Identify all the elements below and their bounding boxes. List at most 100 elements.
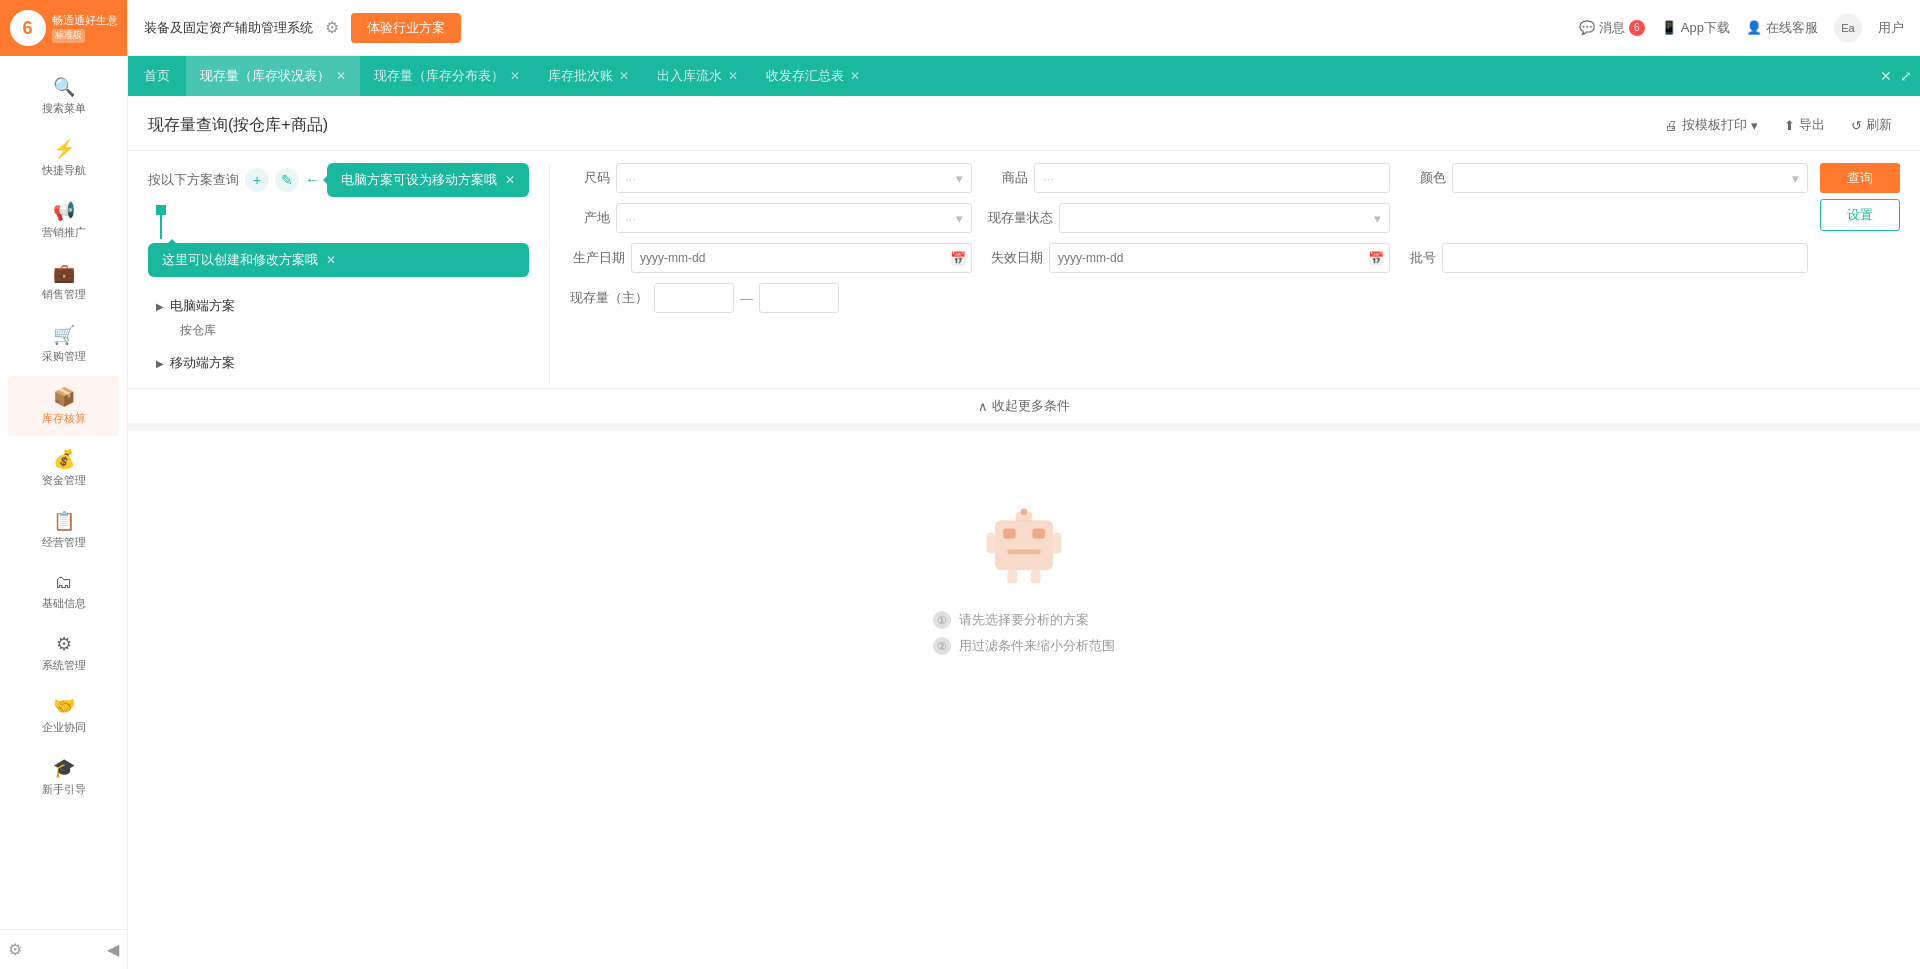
app-download-label: App下载 [1681,19,1730,37]
export-btn[interactable]: ⬆ 导出 [1776,112,1833,138]
print-dropdown-icon: ▾ [1751,118,1758,133]
sidebar-item-inventory[interactable]: 📦 库存核算 [8,376,119,436]
tab-close-inventory-dist[interactable]: ✕ [510,69,520,83]
query-button[interactable]: 查询 [1820,163,1900,193]
desktop-scheme-sub: 按仓库 [148,319,529,342]
sidebar-item-operation[interactable]: 📋 经营管理 [8,500,119,560]
stock-input-from[interactable] [654,283,734,313]
sidebar-item-system[interactable]: ⚙ 系统管理 [8,623,119,683]
sidebar-item-finance[interactable]: 💰 资金管理 [8,438,119,498]
sidebar-item-purchase[interactable]: 🛒 采购管理 [8,314,119,374]
sidebar-settings-icon[interactable]: ⚙ [8,940,22,959]
add-scheme-btn[interactable]: + [245,168,269,192]
sidebar-item-sales[interactable]: 💼 销售管理 [8,252,119,312]
phone-icon: 📱 [1661,20,1677,35]
logo-icon: 6 [10,10,46,46]
color-select[interactable]: ▾ [1452,163,1808,193]
collapse-row[interactable]: ∧ 收起更多条件 [128,388,1920,423]
user-avatar[interactable]: Ea [1834,14,1862,42]
tab-close-collect-summary[interactable]: ✕ [850,69,860,83]
connector-dot [156,205,166,215]
scheme-tooltip-close[interactable]: ✕ [505,173,515,187]
color-field: 颜色 ▾ [1406,163,1808,193]
stock-input-to[interactable] [759,283,839,313]
sidebar-item-guide[interactable]: 🎓 新手引导 [8,747,119,807]
sidebar-item-quick[interactable]: ⚡ 快捷导航 [8,128,119,188]
tab-inventory-dist[interactable]: 现存量（库存分布表）✕ [360,56,534,96]
desktop-scheme-header[interactable]: ▶ 电脑端方案 [148,293,529,319]
svg-rect-8 [1007,570,1017,583]
page-actions: 🖨 按模板打印 ▾ ⬆ 导出 ↺ 刷新 [1657,112,1900,138]
logo-text: 畅通通好生意 标准版 [52,13,118,43]
tab-collect-summary[interactable]: 收发存汇总表✕ [752,56,874,96]
refresh-btn[interactable]: ↺ 刷新 [1843,112,1900,138]
page-header: 现存量查询(按仓库+商品) 🖨 按模板打印 ▾ ⬆ 导出 ↺ 刷新 [128,96,1920,151]
reset-button[interactable]: 设置 [1820,199,1900,231]
sidebar-item-basic[interactable]: 🗂 基础信息 [8,562,119,621]
origin-select[interactable]: ··· ▾ [616,203,972,233]
message-badge: 6 [1629,20,1645,36]
svg-rect-9 [1031,570,1041,583]
online-service-item[interactable]: 👤 在线客服 [1746,19,1818,37]
tab-label-inout-flow: 出入库流水 [657,67,722,85]
svg-rect-0 [995,520,1053,570]
page-title: 现存量查询(按仓库+商品) [148,115,328,136]
finance-nav-icon: 💰 [53,448,75,470]
online-service-label: 在线客服 [1766,19,1818,37]
exp-date-calendar-icon[interactable]: 📅 [1368,251,1384,266]
tab-close-batch-account[interactable]: ✕ [619,69,629,83]
template-print-btn[interactable]: 🖨 按模板打印 ▾ [1657,112,1766,138]
sidebar-item-marketing[interactable]: 📢 营销推广 [8,190,119,250]
quick-nav-icon: ⚡ [53,138,75,160]
desktop-scheme-item-1[interactable]: 按仓库 [172,319,529,342]
header-settings-icon[interactable]: ⚙ [325,18,339,37]
svg-rect-3 [1007,549,1040,554]
system-nav-icon: ⚙ [56,633,72,655]
sidebar-item-enterprise[interactable]: 🤝 企业协同 [8,685,119,745]
filter-right: 尺码 ··· ▾ 商品 ··· [570,163,1808,323]
section-divider [128,423,1920,431]
svg-rect-6 [987,533,995,554]
tab-expand-btn[interactable]: ⤢ [1900,68,1912,84]
query-buttons: 查询 设置 [1820,163,1900,231]
message-item[interactable]: 💬 消息 6 [1579,19,1645,37]
tab-close-inout-flow[interactable]: ✕ [728,69,738,83]
mobile-scheme-header[interactable]: ▶ 移动端方案 [148,350,529,376]
create-tooltip-close[interactable]: ✕ [326,253,336,267]
export-icon: ⬆ [1784,118,1795,133]
tab-inout-flow[interactable]: 出入库流水 ✕ [643,56,752,96]
sidebar-logo: 6 畅通通好生意 标准版 [0,0,127,56]
svg-rect-1 [1003,529,1016,539]
tab-home[interactable]: 首页 [128,56,186,96]
filter-label: 按以下方案查询 [148,171,239,189]
tab-close-all-btn[interactable]: ✕ [1880,68,1892,84]
header: 装备及固定资产辅助管理系统 ⚙ 体验行业方案 💬 消息 6 📱 App下载 👤 … [128,0,1920,56]
size-select[interactable]: ··· ▾ [616,163,972,193]
tab-inventory-status[interactable]: 现存量（库存状况表）✕ [186,56,360,96]
print-icon: 🖨 [1665,118,1678,133]
status-select[interactable]: ▾ [1059,203,1390,233]
tab-batch-account[interactable]: 库存批次账✕ [534,56,643,96]
empty-tip-1: ① 请先选择要分析的方案 [933,611,1115,629]
finance-nav-label: 资金管理 [42,473,86,488]
batch-input[interactable] [1442,243,1808,273]
sidebar-collapse-icon[interactable]: ◀ [107,940,119,959]
main-content: 现存量查询(按仓库+商品) 🖨 按模板打印 ▾ ⬆ 导出 ↺ 刷新 [128,96,1920,969]
sidebar-nav: 🔍 搜索菜单 ⚡ 快捷导航 📢 营销推广 💼 销售管理 🛒 采购管理 📦 库存核… [0,56,127,929]
tab-close-inventory-status[interactable]: ✕ [336,69,346,83]
quick-nav-label: 快捷导航 [42,163,86,178]
trial-button[interactable]: 体验行业方案 [351,13,461,43]
exp-date-input[interactable] [1049,243,1390,273]
search-nav-icon: 🔍 [53,76,75,98]
search-nav-label: 搜索菜单 [42,101,86,116]
sidebar-item-search[interactable]: 🔍 搜索菜单 [8,66,119,126]
mfg-date-calendar-icon[interactable]: 📅 [950,251,966,266]
mfg-date-input[interactable] [631,243,972,273]
origin-label: 产地 [570,209,610,227]
app-download-item[interactable]: 📱 App下载 [1661,19,1730,37]
product-select[interactable]: ··· [1034,163,1390,193]
create-tooltip-text: 这里可以创建和修改方案哦 [162,251,318,269]
mfg-date-field: 生产日期 📅 [570,243,972,273]
status-label: 现存量状态 [988,209,1053,227]
edit-scheme-btn[interactable]: ✎ [275,168,299,192]
